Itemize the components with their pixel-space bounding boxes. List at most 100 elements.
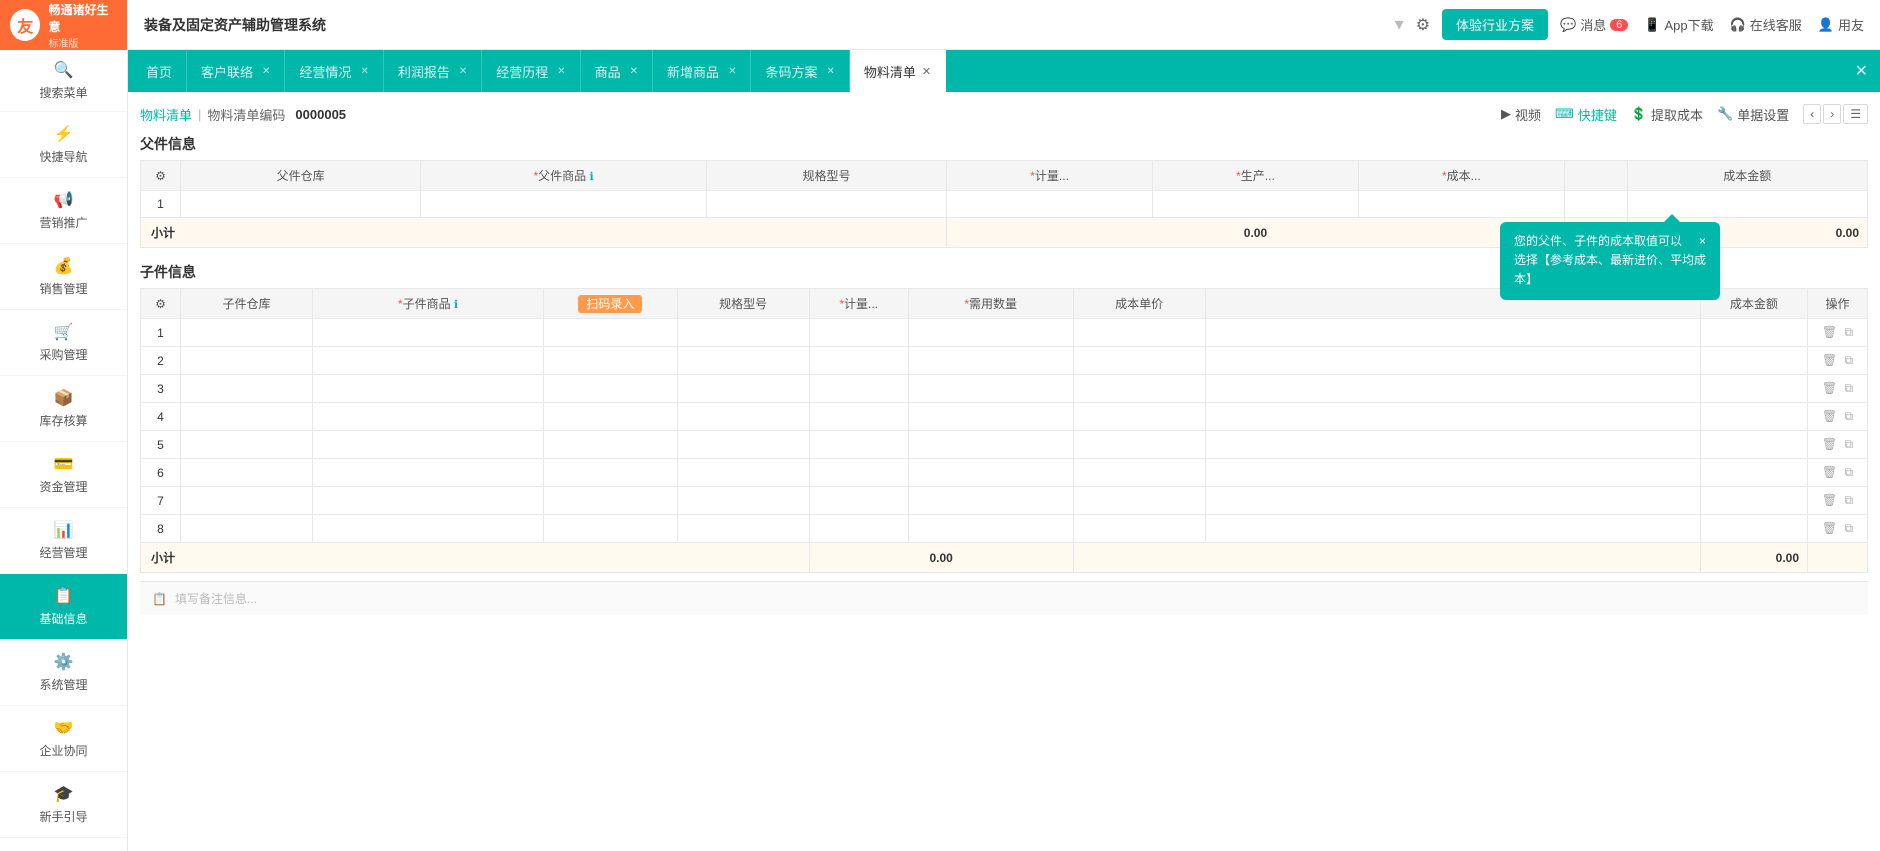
child-row-unit[interactable] (809, 319, 908, 347)
extract-cost-button[interactable]: 💲 提取成本 (1631, 105, 1703, 124)
parent-row-product[interactable] (421, 191, 706, 218)
child-row-spec[interactable] (677, 319, 809, 347)
sidebar-item-guide[interactable]: 🎓 新手引导 (0, 772, 127, 838)
child-row-product[interactable] (313, 375, 544, 403)
child-row-spec[interactable] (677, 375, 809, 403)
tab-bom-close[interactable]: ✕ (922, 65, 931, 78)
parent-row-spec[interactable] (706, 191, 946, 218)
tab-home[interactable]: 首页 (132, 50, 187, 92)
sidebar-item-finance[interactable]: 💳 资金管理 (0, 442, 127, 508)
child-row-qty[interactable] (908, 431, 1073, 459)
child-row-spec[interactable] (677, 515, 809, 543)
copy-row-button[interactable]: ⧉ (1845, 521, 1854, 535)
copy-row-button[interactable]: ⧉ (1845, 465, 1854, 479)
tab-customer[interactable]: 客户联络 ✕ (187, 50, 285, 92)
delete-row-button[interactable]: 🗑 (1822, 381, 1837, 395)
parent-row-cost[interactable] (1358, 191, 1564, 218)
child-row-unit[interactable] (809, 487, 908, 515)
child-row-unit-price[interactable] (1073, 403, 1205, 431)
child-row-unit-price[interactable] (1073, 459, 1205, 487)
child-row-qty[interactable] (908, 375, 1073, 403)
delete-row-button[interactable]: 🗑 (1822, 493, 1837, 507)
child-row-unit[interactable] (809, 403, 908, 431)
gear-button[interactable]: ⚙ (1416, 15, 1430, 35)
child-row-warehouse[interactable] (181, 459, 313, 487)
child-row-qty[interactable] (908, 403, 1073, 431)
breadcrumb-item1[interactable]: 物料清单 (140, 105, 192, 124)
copy-row-button[interactable]: ⧉ (1845, 381, 1854, 395)
sidebar-item-purchase[interactable]: 🛒 采购管理 (0, 310, 127, 376)
child-row-product[interactable] (313, 459, 544, 487)
child-row-unit-price[interactable] (1073, 487, 1205, 515)
tab-products[interactable]: 商品 ✕ (581, 50, 653, 92)
dropdown-arrow-system[interactable]: ▾ (1395, 14, 1404, 35)
child-row-unit[interactable] (809, 431, 908, 459)
tab-profit[interactable]: 利润报告 ✕ (384, 50, 482, 92)
child-row-unit[interactable] (809, 375, 908, 403)
sidebar-item-search[interactable]: 🔍 搜索菜单 (0, 50, 127, 112)
child-row-warehouse[interactable] (181, 347, 313, 375)
shortcut-button[interactable]: ⌨ 快捷键 (1555, 105, 1617, 124)
sidebar-item-system[interactable]: ⚙️ 系统管理 (0, 640, 127, 706)
child-row-unit-price[interactable] (1073, 319, 1205, 347)
sidebar-item-marketing[interactable]: 📢 营销推广 (0, 178, 127, 244)
view-video-button[interactable]: ▶ 视频 (1501, 105, 1541, 124)
child-row-warehouse[interactable] (181, 431, 313, 459)
tab-barcode[interactable]: 条码方案 ✕ (751, 50, 849, 92)
trial-button[interactable]: 体验行业方案 (1442, 9, 1548, 40)
child-row-unit-price[interactable] (1073, 431, 1205, 459)
child-row-spec[interactable] (677, 487, 809, 515)
child-row-product[interactable] (313, 347, 544, 375)
child-row-spec[interactable] (677, 347, 809, 375)
child-row-unit-price[interactable] (1073, 515, 1205, 543)
delete-row-button[interactable]: 🗑 (1822, 325, 1837, 339)
delete-row-button[interactable]: 🗑 (1822, 465, 1837, 479)
child-row-product[interactable] (313, 319, 544, 347)
online-service-button[interactable]: 🎧 在线客服 (1730, 15, 1802, 34)
sidebar-item-quicknav[interactable]: ⚡ 快捷导航 (0, 112, 127, 178)
copy-row-button[interactable]: ⧉ (1845, 493, 1854, 507)
user-button[interactable]: 👤 用友 (1818, 15, 1864, 34)
copy-row-button[interactable]: ⧉ (1845, 325, 1854, 339)
copy-row-button[interactable]: ⧉ (1845, 409, 1854, 423)
child-row-unit[interactable] (809, 347, 908, 375)
scan-button[interactable]: 扫码录入 (578, 295, 642, 313)
single-settings-button[interactable]: 🔧 单据设置 (1717, 105, 1789, 124)
child-row-qty[interactable] (908, 347, 1073, 375)
child-row-spec[interactable] (677, 459, 809, 487)
delete-row-button[interactable]: 🗑 (1822, 521, 1837, 535)
child-row-qty[interactable] (908, 459, 1073, 487)
delete-row-button[interactable]: 🗑 (1822, 409, 1837, 423)
tab-operations[interactable]: 经营情况 ✕ (285, 50, 383, 92)
child-row-warehouse[interactable] (181, 487, 313, 515)
parent-row-production[interactable] (1153, 191, 1359, 218)
nav-menu-button[interactable]: ☰ (1843, 104, 1868, 124)
child-row-unit[interactable] (809, 515, 908, 543)
child-row-warehouse[interactable] (181, 319, 313, 347)
copy-row-button[interactable]: ⧉ (1845, 437, 1854, 451)
tab-history[interactable]: 经营历程 ✕ (482, 50, 580, 92)
child-row-warehouse[interactable] (181, 403, 313, 431)
tab-new-product[interactable]: 新增商品 ✕ (653, 50, 751, 92)
nav-prev-button[interactable]: ‹ (1803, 104, 1821, 124)
delete-row-button[interactable]: 🗑 (1822, 437, 1837, 451)
child-th-scan[interactable]: 扫码录入 (544, 289, 678, 319)
child-row-unit-price[interactable] (1073, 347, 1205, 375)
child-row-product[interactable] (313, 515, 544, 543)
child-row-product[interactable] (313, 487, 544, 515)
tooltip-close-button[interactable]: × (1699, 232, 1706, 251)
sidebar-item-basic-info[interactable]: 📋 基础信息 (0, 574, 127, 640)
sidebar-item-cooperation[interactable]: 🤝 企业协同 (0, 706, 127, 772)
child-row-warehouse[interactable] (181, 375, 313, 403)
message-button[interactable]: 💬 消息 6 (1560, 15, 1628, 34)
nav-next-button[interactable]: › (1823, 104, 1841, 124)
child-row-product[interactable] (313, 403, 544, 431)
copy-row-button[interactable]: ⧉ (1845, 353, 1854, 367)
child-row-qty[interactable] (908, 319, 1073, 347)
sidebar-item-operations[interactable]: 📊 经营管理 (0, 508, 127, 574)
child-row-qty[interactable] (908, 487, 1073, 515)
sidebar-item-sales[interactable]: 💰 销售管理 (0, 244, 127, 310)
parent-row-unit[interactable] (947, 191, 1153, 218)
child-row-spec[interactable] (677, 431, 809, 459)
tab-bom[interactable]: 物料清单 ✕ (850, 50, 946, 92)
